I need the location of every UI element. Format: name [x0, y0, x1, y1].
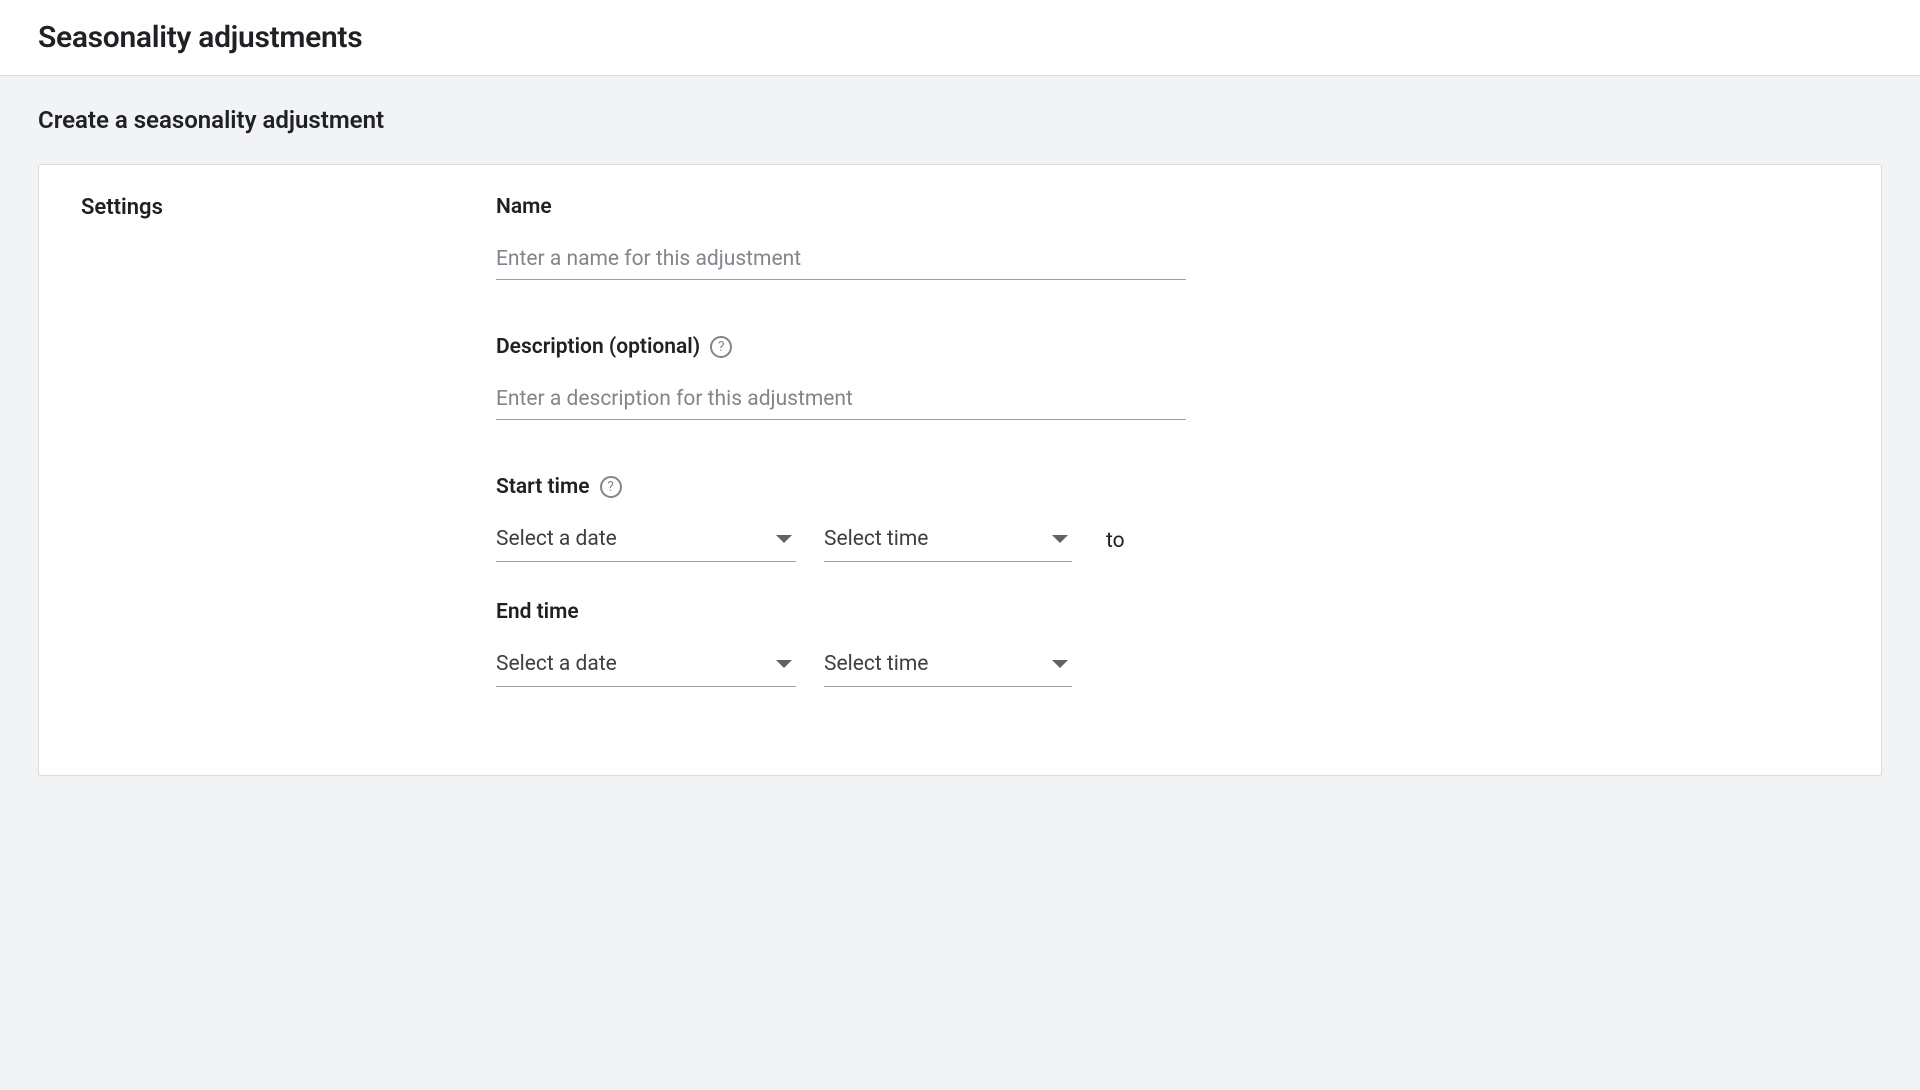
start-time-field-group: Start time ? Select a date Select time t…: [496, 475, 1839, 562]
page-title: Seasonality adjustments: [38, 20, 1882, 55]
settings-form: Name Description (optional) ? Start time…: [496, 195, 1839, 725]
end-time-row: Select a date Select time: [496, 644, 1839, 687]
settings-sidebar: Settings: [81, 195, 496, 725]
content-area: Create a seasonality adjustment Settings…: [0, 76, 1920, 1090]
chevron-down-icon: [776, 535, 792, 543]
start-date-value: Select a date: [496, 527, 617, 551]
end-time-label: End time: [496, 600, 1839, 624]
start-time-label: Start time ?: [496, 475, 1839, 499]
start-time-dropdown[interactable]: Select time: [824, 519, 1072, 562]
chevron-down-icon: [1052, 660, 1068, 668]
start-time-label-text: Start time: [496, 475, 590, 499]
name-input[interactable]: [496, 239, 1186, 280]
end-time-dropdown[interactable]: Select time: [824, 644, 1072, 687]
chevron-down-icon: [776, 660, 792, 668]
start-time-row: Select a date Select time to: [496, 519, 1839, 562]
description-input[interactable]: [496, 379, 1186, 420]
description-label: Description (optional) ?: [496, 335, 1839, 359]
start-date-dropdown[interactable]: Select a date: [496, 519, 796, 562]
end-date-value: Select a date: [496, 652, 617, 676]
section-title: Create a seasonality adjustment: [38, 106, 1882, 134]
page-header: Seasonality adjustments: [0, 0, 1920, 76]
settings-panel-title: Settings: [81, 195, 496, 220]
help-icon[interactable]: ?: [710, 336, 732, 358]
chevron-down-icon: [1052, 535, 1068, 543]
name-field-group: Name: [496, 195, 1839, 280]
end-date-dropdown[interactable]: Select a date: [496, 644, 796, 687]
end-time-field-group: End time Select a date Select time: [496, 600, 1839, 687]
description-field-group: Description (optional) ?: [496, 335, 1839, 420]
help-icon[interactable]: ?: [600, 476, 622, 498]
end-time-label-text: End time: [496, 600, 579, 624]
to-label: to: [1100, 529, 1125, 553]
name-label: Name: [496, 195, 1839, 219]
start-time-value: Select time: [824, 527, 928, 551]
settings-card: Settings Name Description (optional) ? S…: [38, 164, 1882, 776]
end-time-value: Select time: [824, 652, 928, 676]
description-label-text: Description (optional): [496, 335, 700, 359]
